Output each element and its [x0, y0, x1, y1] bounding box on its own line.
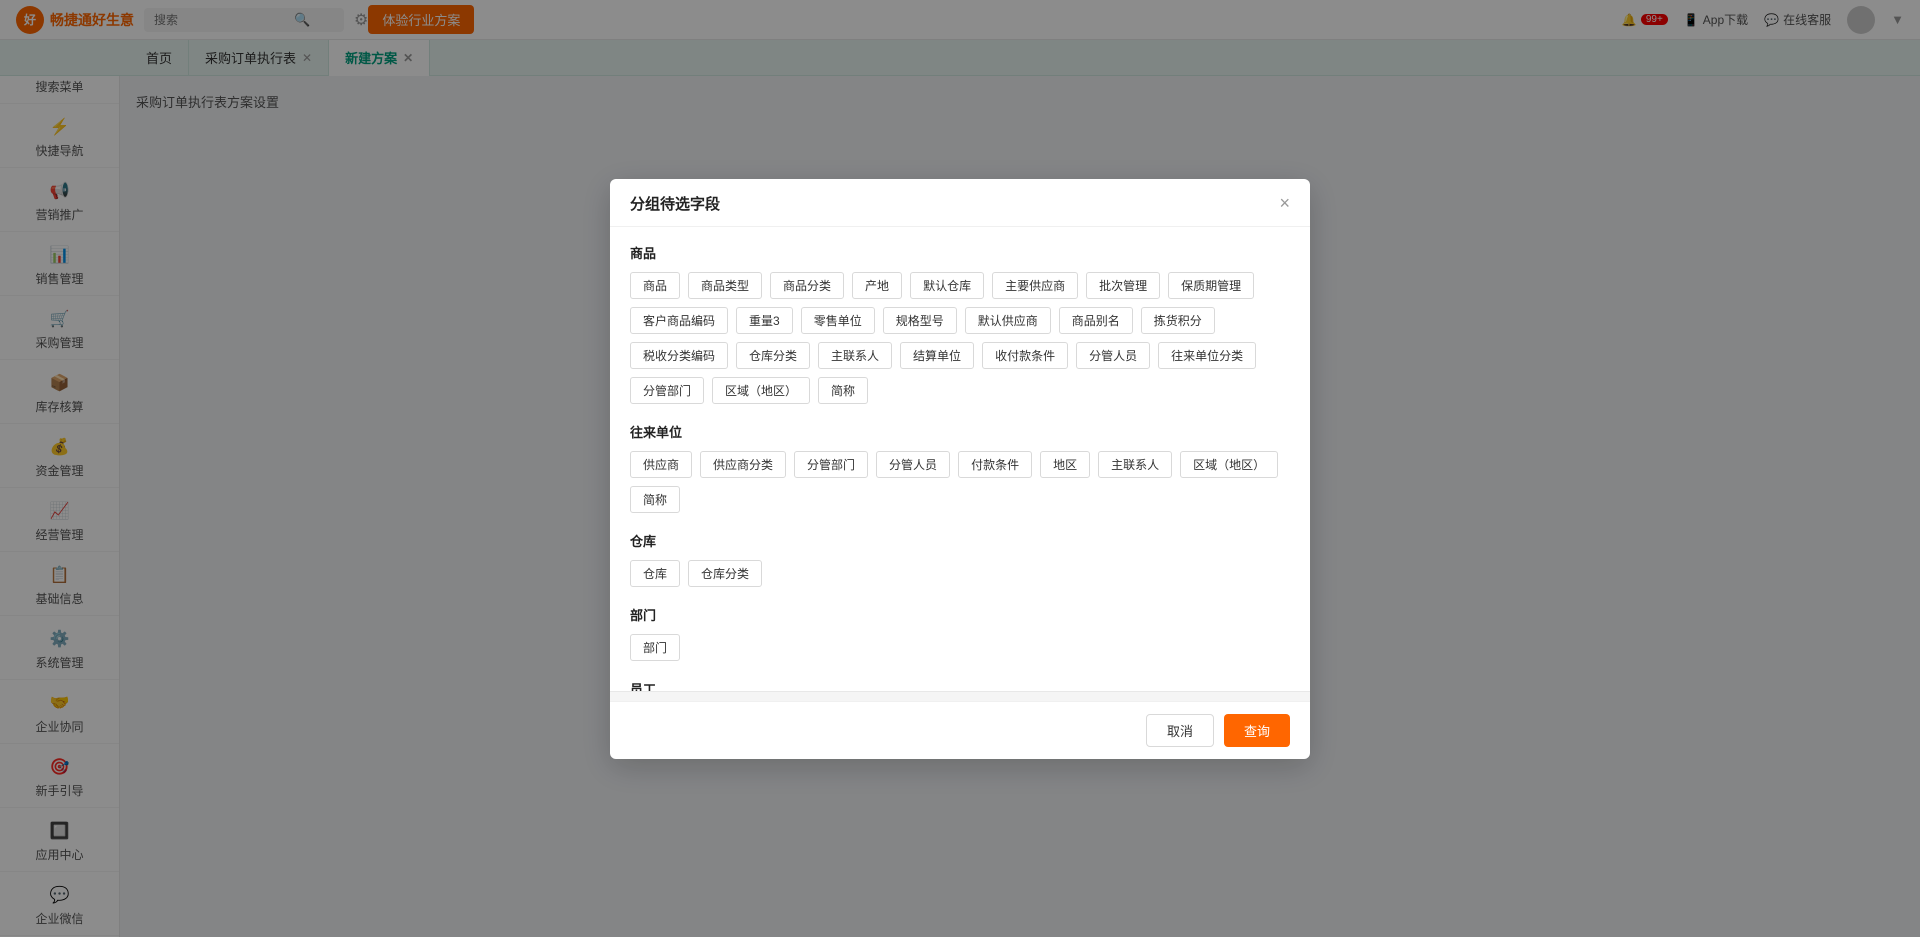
field-tag-0-20[interactable]: 分管人员	[1076, 342, 1150, 369]
field-tag-1-5[interactable]: 地区	[1040, 451, 1090, 478]
field-group-0: 商品商品商品类型商品分类产地默认仓库主要供应商批次管理保质期管理客户商品编码重量…	[630, 243, 1290, 404]
field-tag-0-18[interactable]: 结算单位	[900, 342, 974, 369]
field-tag-0-23[interactable]: 区域（地区）	[712, 377, 810, 404]
field-group-title-3: 部门	[630, 605, 1290, 624]
field-group-title-2: 仓库	[630, 531, 1290, 550]
modal-overlay: 分组待选字段 × 商品商品商品类型商品分类产地默认仓库主要供应商批次管理保质期管…	[0, 0, 1920, 937]
modal-close-button[interactable]: ×	[1279, 193, 1290, 214]
field-tag-0-21[interactable]: 往来单位分类	[1158, 342, 1256, 369]
field-tags-2: 仓库仓库分类	[630, 560, 1290, 587]
field-tag-1-0[interactable]: 供应商	[630, 451, 692, 478]
field-tag-2-0[interactable]: 仓库	[630, 560, 680, 587]
field-selection-modal: 分组待选字段 × 商品商品商品类型商品分类产地默认仓库主要供应商批次管理保质期管…	[610, 179, 1310, 759]
field-tag-1-7[interactable]: 区域（地区）	[1180, 451, 1278, 478]
field-tag-0-5[interactable]: 主要供应商	[992, 272, 1078, 299]
field-tag-1-8[interactable]: 简称	[630, 486, 680, 513]
field-tag-0-0[interactable]: 商品	[630, 272, 680, 299]
field-tag-0-12[interactable]: 默认供应商	[965, 307, 1051, 334]
field-tag-0-11[interactable]: 规格型号	[883, 307, 957, 334]
field-group-3: 部门部门	[630, 605, 1290, 661]
field-group-1: 往来单位供应商供应商分类分管部门分管人员付款条件地区主联系人区域（地区） 简称	[630, 422, 1290, 513]
horizontal-scrollbar[interactable]	[610, 691, 1310, 701]
modal-title: 分组待选字段	[630, 193, 720, 214]
field-tag-0-15[interactable]: 税收分类编码	[630, 342, 728, 369]
field-tag-0-9[interactable]: 重量3	[736, 307, 793, 334]
field-tag-0-7[interactable]: 保质期管理	[1168, 272, 1254, 299]
field-tag-1-6[interactable]: 主联系人	[1098, 451, 1172, 478]
field-tag-0-1[interactable]: 商品类型	[688, 272, 762, 299]
field-tags-3: 部门	[630, 634, 1290, 661]
field-tags-1: 供应商供应商分类分管部门分管人员付款条件地区主联系人区域（地区） 简称	[630, 451, 1290, 513]
field-tag-0-14[interactable]: 拣货积分	[1141, 307, 1215, 334]
modal-body: 商品商品商品类型商品分类产地默认仓库主要供应商批次管理保质期管理客户商品编码重量…	[610, 227, 1310, 691]
field-tag-0-8[interactable]: 客户商品编码	[630, 307, 728, 334]
cancel-button[interactable]: 取消	[1146, 714, 1214, 747]
field-tag-0-19[interactable]: 收付款条件	[982, 342, 1068, 369]
field-tag-0-4[interactable]: 默认仓库	[910, 272, 984, 299]
field-tag-3-0[interactable]: 部门	[630, 634, 680, 661]
field-tag-1-3[interactable]: 分管人员	[876, 451, 950, 478]
modal-footer: 取消 查询	[610, 701, 1310, 759]
field-group-4: 员工业务员	[630, 679, 1290, 691]
field-tag-0-3[interactable]: 产地	[852, 272, 902, 299]
confirm-button[interactable]: 查询	[1224, 714, 1290, 747]
field-group-title-4: 员工	[630, 679, 1290, 691]
field-tag-1-1[interactable]: 供应商分类	[700, 451, 786, 478]
modal-header: 分组待选字段 ×	[610, 179, 1310, 227]
field-group-title-1: 往来单位	[630, 422, 1290, 441]
field-tags-0: 商品商品类型商品分类产地默认仓库主要供应商批次管理保质期管理客户商品编码重量3 零…	[630, 272, 1290, 404]
field-tag-0-22[interactable]: 分管部门	[630, 377, 704, 404]
field-tag-0-2[interactable]: 商品分类	[770, 272, 844, 299]
field-tag-0-24[interactable]: 简称	[818, 377, 868, 404]
field-tag-2-1[interactable]: 仓库分类	[688, 560, 762, 587]
field-tag-0-13[interactable]: 商品别名	[1059, 307, 1133, 334]
field-tag-0-10[interactable]: 零售单位	[801, 307, 875, 334]
field-group-2: 仓库仓库仓库分类	[630, 531, 1290, 587]
field-tag-0-16[interactable]: 仓库分类	[736, 342, 810, 369]
field-tag-0-17[interactable]: 主联系人	[818, 342, 892, 369]
field-tag-0-6[interactable]: 批次管理	[1086, 272, 1160, 299]
field-group-title-0: 商品	[630, 243, 1290, 262]
field-tag-1-4[interactable]: 付款条件	[958, 451, 1032, 478]
field-tag-1-2[interactable]: 分管部门	[794, 451, 868, 478]
